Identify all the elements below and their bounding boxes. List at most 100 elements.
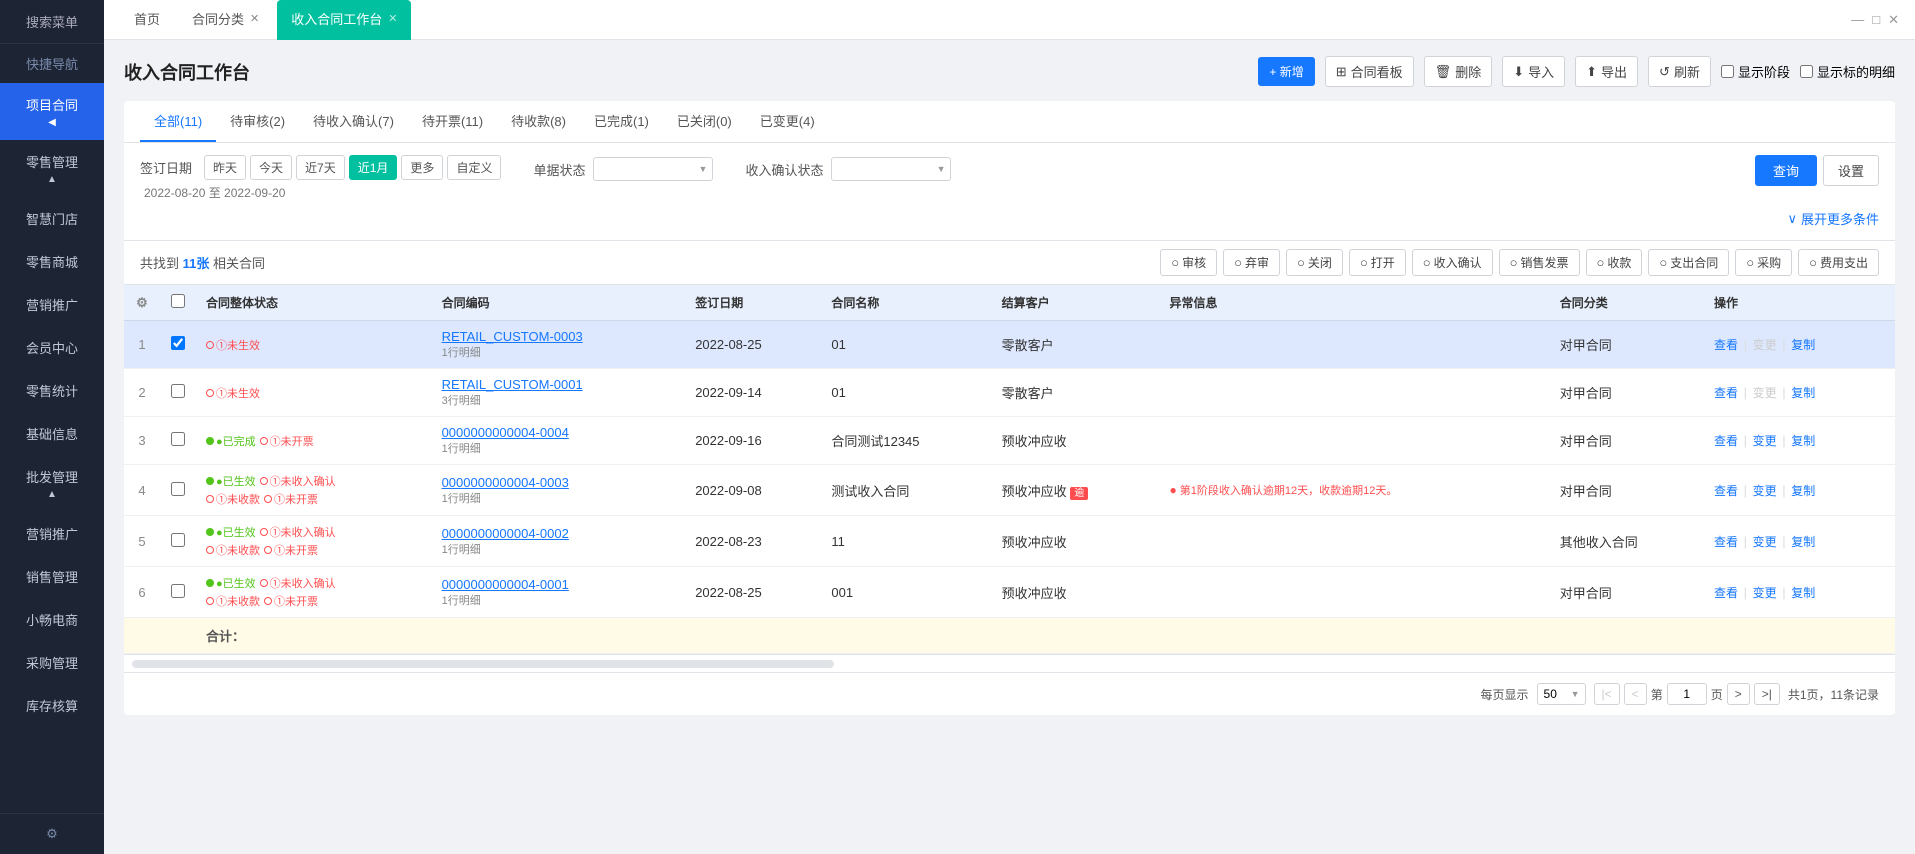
purchase-button[interactable]: ○ 采购 (1735, 249, 1792, 276)
sidebar-quick-nav[interactable]: 快捷导航 (0, 44, 104, 83)
copy-link[interactable]: 复制 (1791, 535, 1815, 549)
sidebar-item-purchase-mgmt[interactable]: 采购管理 (0, 641, 104, 684)
contract-code-link[interactable]: 0000000000004-0003 (442, 475, 569, 490)
copy-link[interactable]: 复制 (1791, 386, 1815, 400)
expense-out-button[interactable]: ○ 费用支出 (1798, 249, 1879, 276)
horizontal-scrollbar[interactable] (132, 660, 834, 668)
tab-income-contract[interactable]: 收入合同工作台 ✕ (277, 0, 411, 40)
status-tab-changed[interactable]: 已变更(4) (746, 101, 829, 142)
status-tab-pending-review[interactable]: 待审核(2) (216, 101, 299, 142)
status-tab-all[interactable]: 全部(11) (140, 101, 216, 142)
row-checkbox[interactable] (171, 432, 185, 446)
close-icon[interactable]: ✕ (250, 12, 259, 25)
delete-button[interactable]: 🗑 删除 (1424, 56, 1493, 87)
date-btn-custom[interactable]: 自定义 (447, 155, 501, 180)
view-link[interactable]: 查看 (1714, 484, 1738, 498)
per-page-select[interactable]: 10 20 50 100 (1537, 683, 1586, 705)
sidebar-item-member-center[interactable]: 会员中心 (0, 326, 104, 369)
sidebar-item-wholesale-mgmt[interactable]: 批发管理 ▲ (0, 455, 104, 512)
view-link[interactable]: 查看 (1714, 338, 1738, 352)
date-btn-today[interactable]: 今天 (250, 155, 292, 180)
sidebar-item-ecommerce[interactable]: 小畅电商 (0, 598, 104, 641)
new-button[interactable]: + 新增 (1258, 57, 1314, 86)
change-link[interactable]: 变更 (1753, 386, 1777, 400)
income-confirm-button[interactable]: ○ 收入确认 (1412, 249, 1493, 276)
sidebar-search[interactable]: 搜索菜单 (0, 0, 104, 44)
contract-code-link[interactable]: 0000000000004-0004 (442, 425, 569, 440)
sidebar-item-basic-info[interactable]: 基础信息 (0, 412, 104, 455)
maximize-icon[interactable]: □ (1872, 12, 1880, 27)
show-detail-checkbox[interactable] (1800, 65, 1813, 78)
date-btn-1month[interactable]: 近1月 (349, 155, 398, 180)
change-link[interactable]: 变更 (1753, 338, 1777, 352)
tab-contract-category[interactable]: 合同分类 ✕ (178, 0, 273, 40)
query-button[interactable]: 查询 (1755, 155, 1817, 186)
review-button[interactable]: ○ 审核 (1160, 249, 1217, 276)
change-link[interactable]: 变更 (1753, 434, 1777, 448)
sidebar-item-inventory[interactable]: 库存核算 (0, 684, 104, 727)
contract-code-link[interactable]: RETAIL_CUSTOM-0003 (442, 329, 583, 344)
copy-link[interactable]: 复制 (1791, 338, 1815, 352)
row-checkbox[interactable] (171, 384, 185, 398)
copy-link[interactable]: 复制 (1791, 484, 1815, 498)
status-tab-pending-confirm[interactable]: 待收入确认(7) (299, 101, 408, 142)
sidebar-settings-button[interactable]: ⚙ (0, 813, 104, 854)
show-detail-checkbox-label[interactable]: 显示标的明细 (1800, 62, 1895, 81)
sidebar-item-retail-mall[interactable]: 零售商城 (0, 240, 104, 283)
import-button[interactable]: ⬇ 导入 (1502, 56, 1565, 87)
copy-link[interactable]: 复制 (1791, 586, 1815, 600)
income-confirm-select[interactable] (831, 157, 951, 181)
close-window-icon[interactable]: ✕ (1888, 12, 1899, 28)
change-link[interactable]: 变更 (1753, 535, 1777, 549)
view-link[interactable]: 查看 (1714, 586, 1738, 600)
date-btn-yesterday[interactable]: 昨天 (204, 155, 246, 180)
page-number-input[interactable] (1667, 683, 1707, 705)
row-checkbox[interactable] (171, 336, 185, 350)
date-btn-7days[interactable]: 近7天 (296, 155, 345, 180)
export-button[interactable]: ⬆ 导出 (1575, 56, 1638, 87)
view-link[interactable]: 查看 (1714, 386, 1738, 400)
expense-contract-button[interactable]: ○ 支出合同 (1648, 249, 1729, 276)
sidebar-item-retail-stats[interactable]: 零售统计 (0, 369, 104, 412)
view-link[interactable]: 查看 (1714, 535, 1738, 549)
abandon-review-button[interactable]: ○ 弃审 (1223, 249, 1280, 276)
kanban-button[interactable]: ⊞ 合同看板 (1325, 56, 1414, 87)
sidebar-item-marketing[interactable]: 营销推广 (0, 283, 104, 326)
change-link[interactable]: 变更 (1753, 586, 1777, 600)
next-page-button[interactable]: > (1727, 683, 1750, 705)
date-btn-more[interactable]: 更多 (401, 155, 443, 180)
receive-payment-button[interactable]: ○ 收款 (1586, 249, 1643, 276)
status-tab-pending-invoice[interactable]: 待开票(11) (408, 101, 497, 142)
open-contract-button[interactable]: ○ 打开 (1349, 249, 1406, 276)
status-tab-pending-payment[interactable]: 待收款(8) (497, 101, 580, 142)
select-all-checkbox[interactable] (171, 294, 185, 308)
view-link[interactable]: 查看 (1714, 434, 1738, 448)
filter-settings-button[interactable]: 设置 (1823, 155, 1879, 186)
copy-link[interactable]: 复制 (1791, 434, 1815, 448)
sidebar-item-marketing2[interactable]: 营销推广 (0, 512, 104, 555)
close-icon[interactable]: ✕ (388, 12, 397, 25)
contract-code-link[interactable]: RETAIL_CUSTOM-0001 (442, 377, 583, 392)
sales-invoice-button[interactable]: ○ 销售发票 (1499, 249, 1580, 276)
last-page-button[interactable]: >| (1754, 683, 1780, 705)
sidebar-item-sales-mgmt[interactable]: 销售管理 (0, 555, 104, 598)
expand-filter-button[interactable]: ∨ 展开更多条件 (1787, 209, 1879, 228)
first-page-button[interactable]: |< (1594, 683, 1620, 705)
prev-page-button[interactable]: < (1624, 683, 1647, 705)
tab-home[interactable]: 首页 (120, 0, 174, 40)
status-tab-closed[interactable]: 已关闭(0) (663, 101, 746, 142)
close-contract-button[interactable]: ○ 关闭 (1286, 249, 1343, 276)
refresh-button[interactable]: ↺ 刷新 (1648, 56, 1711, 87)
show-stage-checkbox[interactable] (1721, 65, 1734, 78)
gear-icon[interactable]: ⚙ (136, 295, 148, 310)
row-checkbox[interactable] (171, 584, 185, 598)
status-tab-done[interactable]: 已完成(1) (580, 101, 663, 142)
sidebar-item-smart-store[interactable]: 智慧门店 (0, 197, 104, 240)
row-checkbox[interactable] (171, 533, 185, 547)
change-link[interactable]: 变更 (1753, 484, 1777, 498)
sidebar-item-project-contract[interactable]: 项目合同 ◀ (0, 83, 104, 140)
minimize-icon[interactable]: — (1851, 12, 1864, 27)
th-gear[interactable]: ⚙ (124, 285, 160, 321)
doc-status-select[interactable] (593, 157, 713, 181)
row-checkbox[interactable] (171, 482, 185, 496)
